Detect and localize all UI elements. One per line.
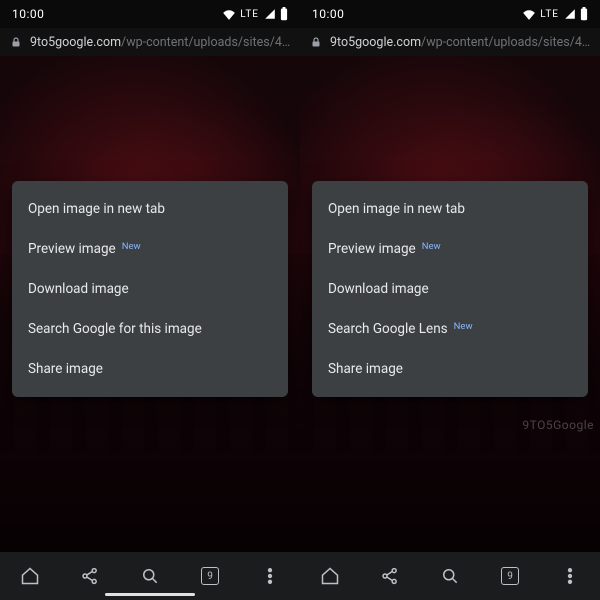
network-label: LTE <box>540 9 559 20</box>
menu-item-label: Download image <box>28 281 129 297</box>
menu-item-label: Share image <box>328 361 403 377</box>
tabs-button[interactable]: 9 <box>188 554 232 598</box>
menu-button[interactable] <box>548 554 592 598</box>
tab-count: 9 <box>201 567 219 585</box>
gesture-home-indicator[interactable] <box>105 593 195 597</box>
menu-item-share-image[interactable]: Share image <box>312 349 588 389</box>
url-path: /wp-content/uploads/sites/4… <box>121 35 290 50</box>
url-bar[interactable]: 9to5google.com/wp-content/uploads/sites/… <box>0 28 300 56</box>
search-button[interactable] <box>128 554 172 598</box>
menu-item-label: Preview image <box>328 241 416 257</box>
wifi-icon <box>222 8 236 20</box>
new-badge: New <box>454 321 473 332</box>
status-bar: 10:00 LTE <box>300 0 600 28</box>
menu-item-label: Download image <box>328 281 429 297</box>
home-button[interactable] <box>308 554 352 598</box>
menu-button[interactable] <box>248 554 292 598</box>
image-context-menu: Open image in new tab Preview image New … <box>312 181 588 397</box>
tab-count: 9 <box>501 567 519 585</box>
page-content: Open image in new tab Preview image New … <box>0 56 300 552</box>
menu-item-open-new-tab[interactable]: Open image in new tab <box>12 189 288 229</box>
url-domain: 9to5google.com <box>30 35 121 50</box>
menu-item-download-image[interactable]: Download image <box>12 269 288 309</box>
lock-icon <box>10 36 22 48</box>
url-path: /wp-content/uploads/sites/4… <box>421 35 590 50</box>
menu-item-label: Preview image <box>28 241 116 257</box>
phone-pane-right: 10:00 LTE 9to5google.com/wp-content/uplo… <box>300 0 600 600</box>
share-button[interactable] <box>368 554 412 598</box>
menu-item-label: Share image <box>28 361 103 377</box>
tabs-button[interactable]: 9 <box>488 554 532 598</box>
search-button[interactable] <box>428 554 472 598</box>
menu-item-preview-image[interactable]: Preview image New <box>312 229 588 269</box>
menu-item-search-google-image[interactable]: Search Google for this image <box>12 309 288 349</box>
signal-icon <box>264 8 276 20</box>
network-label: LTE <box>240 9 259 20</box>
menu-item-preview-image[interactable]: Preview image New <box>12 229 288 269</box>
signal-icon <box>564 8 576 20</box>
menu-item-share-image[interactable]: Share image <box>12 349 288 389</box>
wifi-icon <box>522 8 536 20</box>
new-badge: New <box>122 241 141 252</box>
home-button[interactable] <box>8 554 52 598</box>
bottom-toolbar: 9 <box>300 552 600 600</box>
menu-item-label: Search Google Lens <box>328 321 448 337</box>
menu-item-open-new-tab[interactable]: Open image in new tab <box>312 189 588 229</box>
image-context-menu: Open image in new tab Preview image New … <box>12 181 288 397</box>
status-bar: 10:00 LTE <box>0 0 300 28</box>
status-time: 10:00 <box>12 7 44 21</box>
page-content: 9TO5Google Open image in new tab Preview… <box>300 56 600 552</box>
menu-item-search-google-lens[interactable]: Search Google Lens New <box>312 309 588 349</box>
status-time: 10:00 <box>312 7 344 21</box>
battery-icon <box>580 7 588 21</box>
menu-item-label: Search Google for this image <box>28 321 202 337</box>
menu-item-download-image[interactable]: Download image <box>312 269 588 309</box>
menu-item-label: Open image in new tab <box>28 201 165 217</box>
phone-pane-left: 10:00 LTE 9to5google.com/wp-content/uplo… <box>0 0 300 600</box>
lock-icon <box>310 36 322 48</box>
url-domain: 9to5google.com <box>330 35 421 50</box>
new-badge: New <box>422 241 441 252</box>
share-button[interactable] <box>68 554 112 598</box>
watermark: 9TO5Google <box>522 418 594 432</box>
battery-icon <box>280 7 288 21</box>
url-bar[interactable]: 9to5google.com/wp-content/uploads/sites/… <box>300 28 600 56</box>
menu-item-label: Open image in new tab <box>328 201 465 217</box>
